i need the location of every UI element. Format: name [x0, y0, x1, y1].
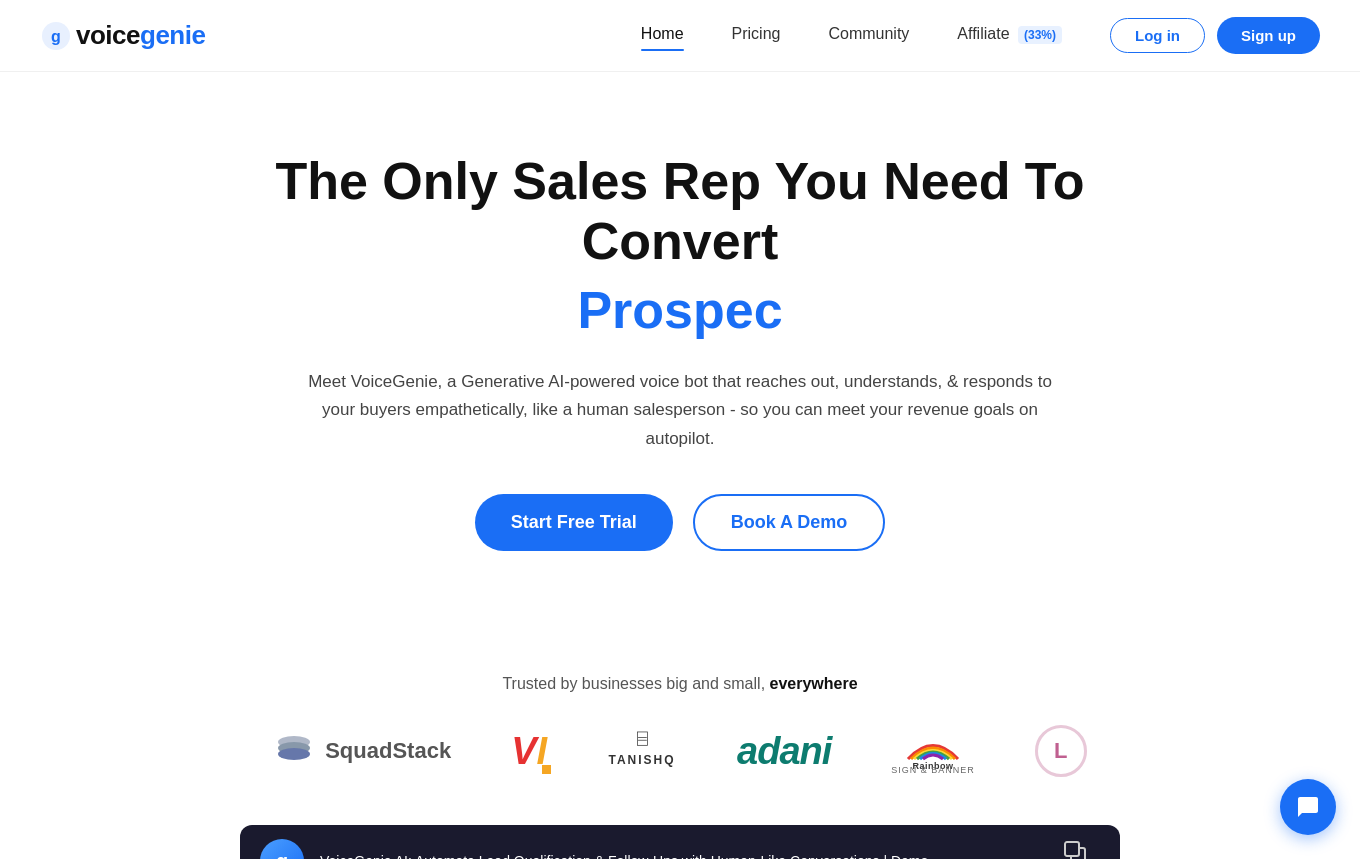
svg-text:g: g — [51, 28, 61, 45]
nav-affiliate[interactable]: Affiliate (33%) — [957, 25, 1062, 47]
nav-pricing[interactable]: Pricing — [732, 25, 781, 47]
squadstack-icon — [273, 730, 315, 772]
affiliate-badge: (33%) — [1018, 26, 1062, 44]
logo-icon: g — [40, 20, 72, 52]
vi-dot — [542, 765, 551, 774]
hero-subheadline: Prospec — [270, 280, 1090, 340]
logo[interactable]: g voicegenie — [40, 20, 205, 52]
book-demo-button[interactable]: Book A Demo — [693, 494, 886, 551]
tanishq-logo: ⌸ TANISHQ — [607, 726, 677, 776]
copy-link-button[interactable]: Copy link — [1051, 840, 1100, 859]
squadstack-logo: SquadStack — [273, 726, 451, 776]
rainbow-logo: Rainbow SIGN & BANNER — [891, 726, 975, 776]
vi-logo: V I — [511, 726, 547, 776]
svg-text:TANISHQ: TANISHQ — [608, 753, 675, 767]
rainbow-sub: SIGN & BANNER — [891, 765, 975, 775]
nav-community[interactable]: Community — [828, 25, 909, 47]
hero-description: Meet VoiceGenie, a Generative AI-powered… — [290, 368, 1070, 455]
video-bar: g VoiceGenie AI: Automate Lead Qualifica… — [240, 825, 1120, 859]
nav-home[interactable]: Home — [641, 25, 684, 47]
main-nav: Home Pricing Community Affiliate (33%) — [641, 25, 1062, 47]
logos-row: SquadStack V I ⌸ TANISHQ adani — [40, 725, 1320, 777]
video-container: g VoiceGenie AI: Automate Lead Qualifica… — [200, 825, 1160, 859]
copy-icon — [1063, 840, 1087, 859]
circle-logo: L — [1035, 725, 1087, 777]
trusted-section: Trusted by businesses big and small, eve… — [0, 675, 1360, 825]
rainbow-svg: Rainbow — [898, 727, 968, 769]
login-button[interactable]: Log in — [1110, 18, 1205, 53]
svg-text:⌸: ⌸ — [637, 728, 648, 748]
logo-text: voicegenie — [76, 20, 205, 51]
chat-icon — [1294, 793, 1322, 821]
chat-bubble[interactable] — [1280, 779, 1336, 835]
adani-logo: adani — [737, 726, 831, 776]
tanishq-svg: ⌸ TANISHQ — [607, 726, 677, 776]
adani-text: adani — [737, 730, 831, 773]
hero-buttons: Start Free Trial Book A Demo — [270, 494, 1090, 551]
hero-headline: The Only Sales Rep You Need To Convert — [270, 152, 1090, 272]
svg-point-4 — [278, 748, 310, 760]
svg-rect-9 — [1065, 842, 1079, 856]
signup-button[interactable]: Sign up — [1217, 17, 1320, 54]
squadstack-name: SquadStack — [325, 738, 451, 764]
video-avatar: g — [260, 839, 304, 859]
trusted-text: Trusted by businesses big and small, eve… — [40, 675, 1320, 693]
navbar: g voicegenie Home Pricing Community Affi… — [0, 0, 1360, 72]
start-trial-button[interactable]: Start Free Trial — [475, 494, 673, 551]
video-title: VoiceGenie AI: Automate Lead Qualificati… — [320, 853, 1035, 859]
hero-section: The Only Sales Rep You Need To Convert P… — [230, 72, 1130, 675]
